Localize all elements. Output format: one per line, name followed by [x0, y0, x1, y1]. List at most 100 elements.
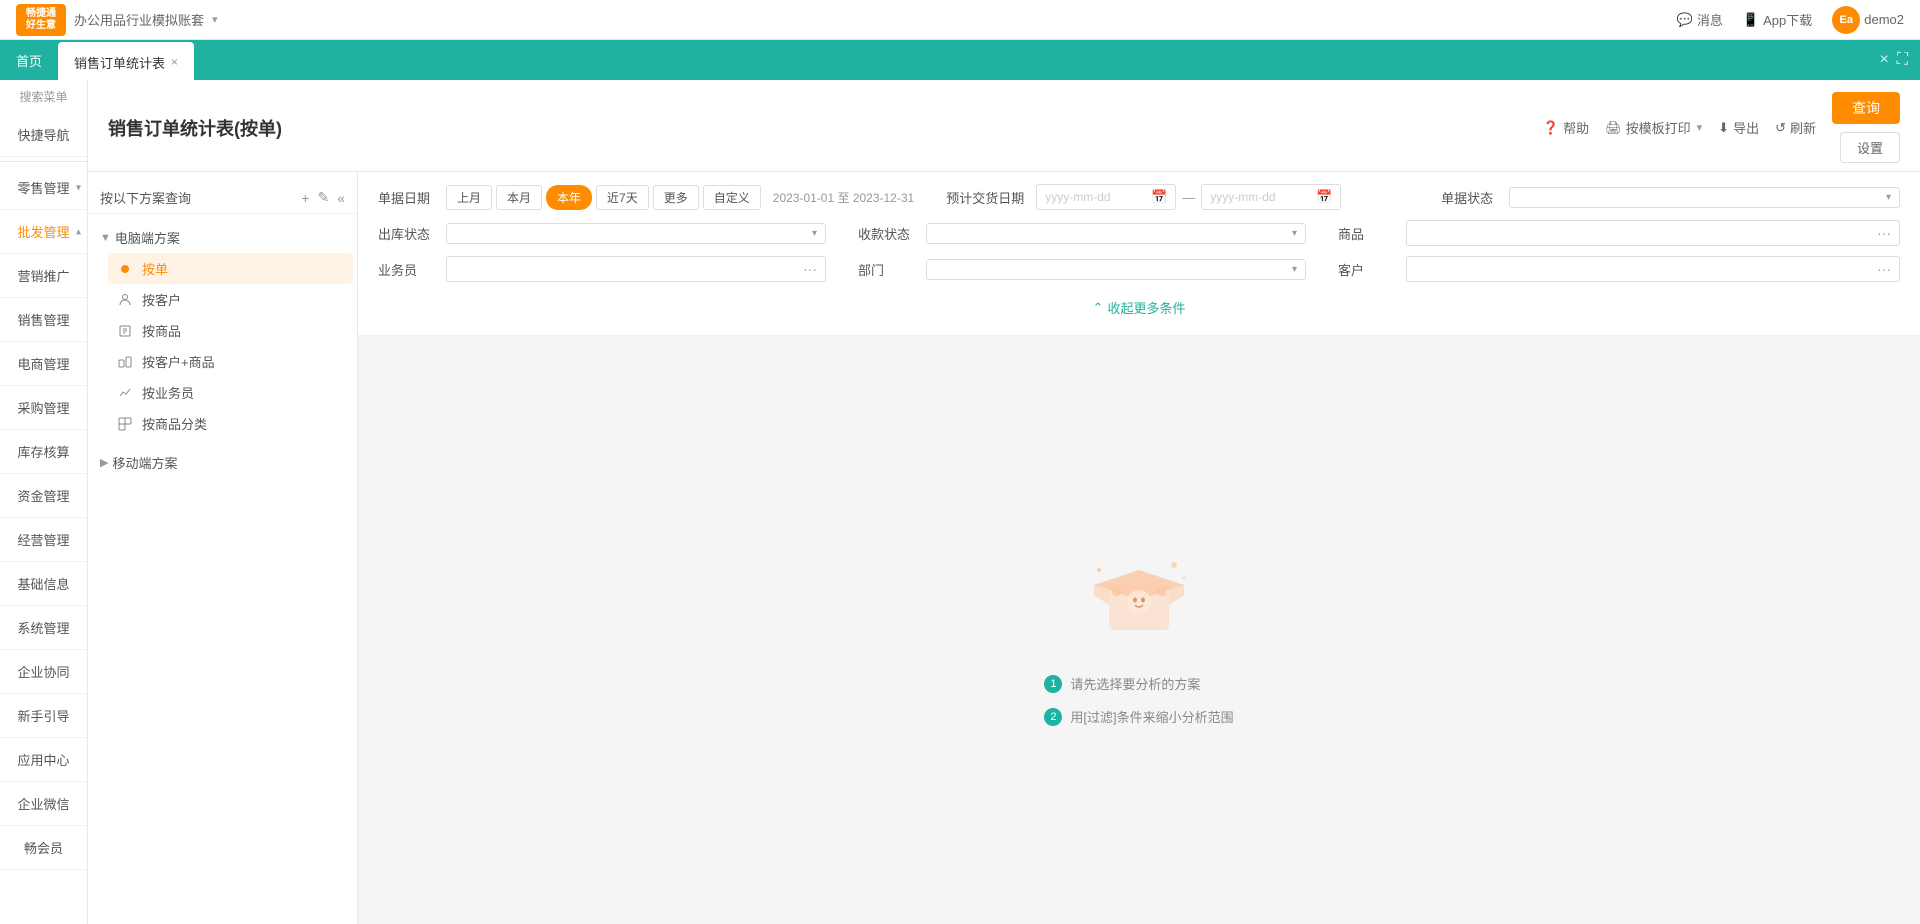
sidebar-item-basic-info[interactable]: 基础信息 — [0, 562, 87, 606]
dept-arrow: ▾ — [1292, 264, 1297, 275]
tree-child-by-order[interactable]: 按单 — [108, 253, 353, 284]
message-btn[interactable]: 💬 消息 — [1677, 10, 1723, 29]
sidebar-item-system[interactable]: 系统管理 — [0, 606, 87, 650]
refresh-icon: ↺ — [1775, 120, 1786, 136]
sidebar-item-member[interactable]: 畅会员 — [0, 826, 87, 870]
bill-status-select[interactable]: ▾ — [1509, 187, 1900, 208]
print-icon: 🖨 — [1605, 120, 1622, 136]
collapse-panel-btn[interactable]: « — [337, 190, 345, 206]
empty-tip-2: 2 用[过滤]条件来缩小分析范围 — [1044, 703, 1233, 730]
date-range-text: 2023-01-01 至 2023-12-31 — [773, 189, 914, 206]
user-menu[interactable]: Ea demo2 — [1832, 6, 1904, 34]
empty-tips: 1 请先选择要分析的方案 2 用[过滤]条件来缩小分析范围 — [1044, 670, 1233, 730]
tree-child-by-customer-goods[interactable]: 按客户+商品 — [108, 346, 353, 377]
date-btn-custom[interactable]: 自定义 — [703, 185, 761, 210]
print-dropdown-arrow[interactable]: ▾ — [1697, 121, 1703, 134]
sidebar-item-operations[interactable]: 经营管理 — [0, 518, 87, 562]
tree-children-desktop: 按单 按客户 按商品 — [92, 253, 353, 439]
sidebar-item-app-center[interactable]: 应用中心 — [0, 738, 87, 782]
salesperson-more-icon[interactable]: ··· — [803, 261, 817, 277]
help-icon: ❓ — [1543, 120, 1559, 136]
filter-area: 单据日期 上月 本月 本年 近7天 更多 自定义 2023-01-01 至 20… — [358, 172, 1920, 336]
tab-home[interactable]: 首页 — [0, 40, 58, 80]
main-layout: 搜索菜单 快捷导航 零售管理 批发管理 营销推广 销售管理 电商管理 采购管理 … — [0, 80, 1920, 924]
refresh-btn[interactable]: ↺ 刷新 — [1775, 118, 1816, 137]
logo: 畅捷通好生意 — [16, 4, 66, 36]
template-print-btn[interactable]: 🖨 按模板打印 ▾ — [1605, 118, 1702, 137]
app-download-btn[interactable]: 📱 App下载 — [1743, 10, 1812, 29]
tab-sales-order[interactable]: 销售订单统计表 × — [58, 42, 194, 82]
tab-bar-actions: × ⛶ — [1879, 51, 1920, 69]
sidebar-item-ecommerce[interactable]: 电商管理 — [0, 342, 87, 386]
tree-section-mobile: ▶ 移动端方案 — [88, 447, 357, 478]
expected-date-label: 预计交货日期 — [946, 188, 1024, 207]
dept-select[interactable]: ▾ — [926, 259, 1306, 280]
by-customer-goods-icon — [116, 353, 134, 371]
sidebar-item-quick-nav[interactable]: 快捷导航 — [0, 113, 87, 157]
sidebar-item-new-guide[interactable]: 新手引导 — [0, 694, 87, 738]
edit-scheme-btn[interactable]: ✎ — [317, 189, 329, 206]
by-order-icon — [116, 260, 134, 278]
tree-parent-mobile[interactable]: ▶ 移动端方案 — [92, 447, 353, 478]
date-btn-last-7days[interactable]: 近7天 — [596, 185, 649, 210]
tree-parent-desktop[interactable]: ▼ 电脑端方案 — [92, 222, 353, 253]
goods-more-icon[interactable]: ··· — [1877, 225, 1891, 241]
date-btn-last-month[interactable]: 上月 — [446, 185, 492, 210]
tree-child-by-salesperson[interactable]: 按业务员 — [108, 377, 353, 408]
settings-button[interactable]: 设置 — [1840, 132, 1900, 163]
sidebar-item-enterprise-wechat[interactable]: 企业微信 — [0, 782, 87, 826]
collapse-btn[interactable]: ⌃ 收起更多条件 — [378, 292, 1900, 323]
sidebar-item-wholesale[interactable]: 批发管理 — [0, 210, 87, 254]
page-actions: ❓ 帮助 🖨 按模板打印 ▾ ⬇ 导出 ↺ 刷新 查询 — [1543, 92, 1900, 163]
empty-tip-1: 1 请先选择要分析的方案 — [1044, 670, 1233, 697]
filter-row-1: 单据日期 上月 本月 本年 近7天 更多 自定义 2023-01-01 至 20… — [378, 184, 1900, 210]
expected-date-start[interactable]: yyyy-mm-dd 📅 — [1036, 184, 1176, 210]
sidebar-item-retail[interactable]: 零售管理 — [0, 166, 87, 210]
tab-minimize-icon[interactable]: × — [1879, 51, 1888, 69]
download-icon: 📱 — [1743, 12, 1759, 28]
expected-date-group: yyyy-mm-dd 📅 — yyyy-mm-dd 📅 — [1036, 184, 1409, 210]
app-title: 办公用品行业模拟账套 — [74, 10, 204, 29]
tab-maximize-icon[interactable]: ⛶ — [1897, 51, 1908, 69]
date-btn-this-month[interactable]: 本月 — [496, 185, 542, 210]
query-btn-group: 查询 设置 — [1832, 92, 1900, 163]
left-panel: 按以下方案查询 + ✎ « ▼ 电脑端方案 — [88, 172, 358, 924]
goods-select[interactable]: ··· — [1406, 220, 1900, 246]
page-title: 销售订单统计表(按单) — [108, 115, 282, 141]
app-title-arrow[interactable]: ▾ — [212, 13, 218, 26]
calendar-icon-start: 📅 — [1151, 189, 1167, 205]
tree-child-by-goods-category[interactable]: 按商品分类 — [108, 408, 353, 439]
customer-select[interactable]: ··· — [1406, 256, 1900, 282]
add-scheme-btn[interactable]: + — [301, 190, 309, 206]
sidebar-item-purchase[interactable]: 采购管理 — [0, 386, 87, 430]
help-btn[interactable]: ❓ 帮助 — [1543, 118, 1589, 137]
salesperson-select[interactable]: ··· — [446, 256, 826, 282]
dept-label: 部门 — [858, 260, 914, 279]
customer-more-icon[interactable]: ··· — [1877, 261, 1891, 277]
date-btn-this-year[interactable]: 本年 — [546, 185, 592, 210]
sidebar-item-enterprise-collab[interactable]: 企业协同 — [0, 650, 87, 694]
sidebar-item-marketing[interactable]: 营销推广 — [0, 254, 87, 298]
bill-status-arrow: ▾ — [1886, 192, 1891, 203]
date-btn-more[interactable]: 更多 — [653, 185, 699, 210]
tree-child-by-goods[interactable]: 按商品 — [108, 315, 353, 346]
tree-child-by-customer[interactable]: 按客户 — [108, 284, 353, 315]
right-panel: 单据日期 上月 本月 本年 近7天 更多 自定义 2023-01-01 至 20… — [358, 172, 1920, 924]
query-button[interactable]: 查询 — [1832, 92, 1900, 124]
sidebar-search[interactable]: 搜索菜单 — [0, 80, 87, 113]
tree-expand-icon-mobile: ▶ — [100, 456, 108, 469]
sidebar-item-sales[interactable]: 销售管理 — [0, 298, 87, 342]
out-status-select[interactable]: ▾ — [446, 223, 826, 244]
sidebar-item-inventory[interactable]: 库存核算 — [0, 430, 87, 474]
by-goods-icon — [116, 322, 134, 340]
sidebar-item-finance[interactable]: 资金管理 — [0, 474, 87, 518]
right-panel-content: 1 请先选择要分析的方案 2 用[过滤]条件来缩小分析范围 — [358, 336, 1920, 924]
receipt-status-select[interactable]: ▾ — [926, 223, 1306, 244]
calendar-icon-end: 📅 — [1316, 189, 1332, 205]
out-status-arrow: ▾ — [812, 228, 817, 239]
expected-date-end[interactable]: yyyy-mm-dd 📅 — [1201, 184, 1341, 210]
tab-close-icon[interactable]: × — [171, 55, 178, 69]
export-icon: ⬇ — [1718, 120, 1729, 136]
export-btn[interactable]: ⬇ 导出 — [1718, 118, 1759, 137]
sidebar: 搜索菜单 快捷导航 零售管理 批发管理 营销推广 销售管理 电商管理 采购管理 … — [0, 80, 88, 924]
